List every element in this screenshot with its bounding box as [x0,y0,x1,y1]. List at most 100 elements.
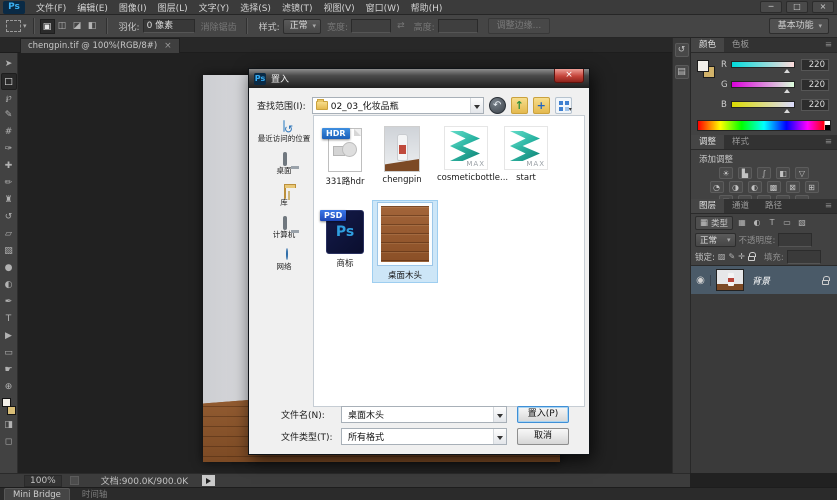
panel-menu-icon[interactable] [825,135,837,149]
mini-bridge-panel-icon[interactable]: ▤ [674,65,689,79]
status-flyout-icon[interactable] [202,475,216,486]
eyedropper-tool[interactable]: ✑ [1,141,17,158]
menu-edit[interactable]: 编辑(E) [77,1,108,14]
dialog-title-bar[interactable]: Ps 置入 × [249,69,589,88]
color-spectrum-bar[interactable] [697,120,831,131]
file-item-hdr[interactable]: HDR 331路hdr [318,122,372,189]
blue-slider[interactable] [731,101,795,113]
chevron-down-icon[interactable] [493,406,506,422]
file-item-cosmeticbottle[interactable]: MAX cosmeticbottle... [437,122,508,185]
fill-field[interactable] [786,249,821,264]
red-slider-thumb[interactable] [784,69,791,73]
history-panel-icon[interactable]: ↺ [674,43,689,57]
workspace-switcher[interactable]: 基本功能 ▾ [768,18,829,34]
view-menu-icon[interactable] [554,96,572,114]
file-list[interactable]: HDR 331路hdr chengpin MAX cosmeticbottle.… [313,115,585,407]
path-selection-tool[interactable]: ▶ [1,328,17,345]
layer-filter-kind-dropdown[interactable]: ▦ 类型 [695,215,734,230]
menu-layer[interactable]: 图层(L) [158,1,188,14]
tab-channels[interactable]: 通道 [724,199,757,213]
foreground-color-swatch[interactable] [1,398,11,407]
dialog-close-button[interactable]: × [554,69,584,83]
file-item-start[interactable]: MAX start [499,122,553,185]
lock-transparency-icon[interactable]: ▨ [718,252,726,261]
crop-tool[interactable]: # [1,124,17,141]
menu-image[interactable]: 图像(I) [119,1,147,14]
tab-paths[interactable]: 路径 [757,199,790,213]
menu-select[interactable]: 选择(S) [240,1,271,14]
menu-view[interactable]: 视图(V) [323,1,354,14]
menu-filter[interactable]: 滤镜(T) [282,1,313,14]
sidebar-item-desktop[interactable]: 桌面 [255,152,313,176]
dodge-tool[interactable]: ◐ [1,277,17,294]
hue-saturation-icon[interactable]: ◔ [709,181,724,193]
layer-name[interactable]: 背景 [752,274,770,287]
filter-adjustment-layers-icon[interactable]: ◐ [751,217,763,229]
feather-input[interactable]: 0 像素 [142,19,195,33]
black-white-icon[interactable]: ◐ [747,181,762,193]
cancel-button[interactable]: 取消 [517,427,569,445]
channel-mixer-icon[interactable]: ⊠ [785,181,800,193]
chevron-down-icon[interactable] [469,97,483,113]
history-brush-tool[interactable]: ↺ [1,209,17,226]
filter-smart-object-icon[interactable]: ▧ [796,217,808,229]
blur-tool[interactable]: ● [1,260,17,277]
layer-visibility-eye-icon[interactable]: ◉ [691,274,711,286]
tool-preset-arrow-icon[interactable]: ▾ [23,22,27,30]
tab-color[interactable]: 颜色 [691,38,725,52]
rectangular-marquee-tool[interactable]: □ [0,73,17,90]
pen-tool[interactable]: ✒ [1,294,17,311]
zoom-tool[interactable]: ⊕ [1,379,17,396]
blue-value-field[interactable]: 220 [801,98,829,111]
menu-type[interactable]: 文字(Y) [199,1,230,14]
red-slider[interactable] [731,61,795,73]
brush-tool[interactable]: ✏ [1,175,17,192]
vibrance-icon[interactable]: ▽ [795,167,809,179]
healing-brush-tool[interactable]: ✚ [1,158,17,175]
look-in-dropdown[interactable]: 02_03_化妆品瓶 [311,96,484,114]
tab-close-icon[interactable]: × [164,41,172,51]
close-button[interactable]: × [812,1,834,13]
filter-shape-layers-icon[interactable]: ▭ [781,217,793,229]
color-balance-icon[interactable]: ◑ [728,181,743,193]
selection-mode-intersect-icon[interactable]: ◧ [85,19,100,34]
up-one-level-icon[interactable] [510,96,528,114]
file-item-zhuomianmutou[interactable]: 桌面木头 [372,200,438,283]
type-tool[interactable]: T [1,311,17,328]
blue-slider-thumb[interactable] [784,109,791,113]
lasso-tool[interactable]: ℘ [1,90,17,107]
green-slider-thumb[interactable] [784,89,791,93]
selection-mode-new-icon[interactable]: ▣ [39,18,55,34]
panel-menu-icon[interactable] [825,199,837,213]
file-item-chengpin[interactable]: chengpin [375,122,429,187]
green-slider[interactable] [731,81,795,93]
opacity-field[interactable] [778,232,813,247]
mini-bridge-button[interactable]: Mini Bridge [4,488,70,500]
sidebar-item-computer[interactable]: 计算机 [255,216,313,240]
hand-tool[interactable]: ☛ [1,362,17,379]
place-button[interactable]: 置入(P) [517,405,569,423]
menu-help[interactable]: 帮助(H) [411,1,443,14]
background-color-swatch[interactable] [6,406,16,415]
levels-icon[interactable]: ▙ [738,167,752,179]
timeline-button[interactable]: 时间轴 [82,488,108,500]
sidebar-item-network[interactable]: 网络 [255,248,313,272]
lock-position-icon[interactable]: ✛ [738,252,745,261]
rectangle-tool[interactable]: ▭ [1,345,17,362]
menu-window[interactable]: 窗口(W) [366,1,400,14]
tab-adjustments[interactable]: 调整 [691,135,725,149]
clone-stamp-tool[interactable]: ♜ [1,192,17,209]
exposure-icon[interactable]: ◧ [776,167,790,179]
layer-thumbnail[interactable] [716,269,744,291]
gradient-tool[interactable]: ▧ [1,243,17,260]
color-lookup-icon[interactable]: ⊞ [804,181,819,193]
tab-layers[interactable]: 图层 [691,199,725,213]
layer-row-background[interactable]: ◉ 背景 [691,266,837,294]
curves-icon[interactable]: ∫ [757,167,771,179]
new-folder-icon[interactable] [532,96,550,114]
red-value-field[interactable]: 220 [801,58,829,71]
tool-preset-icon[interactable] [6,20,21,32]
brightness-contrast-icon[interactable]: ☀ [719,167,733,179]
tab-swatches[interactable]: 色板 [724,38,757,52]
filter-pixel-layers-icon[interactable]: ▦ [736,217,748,229]
